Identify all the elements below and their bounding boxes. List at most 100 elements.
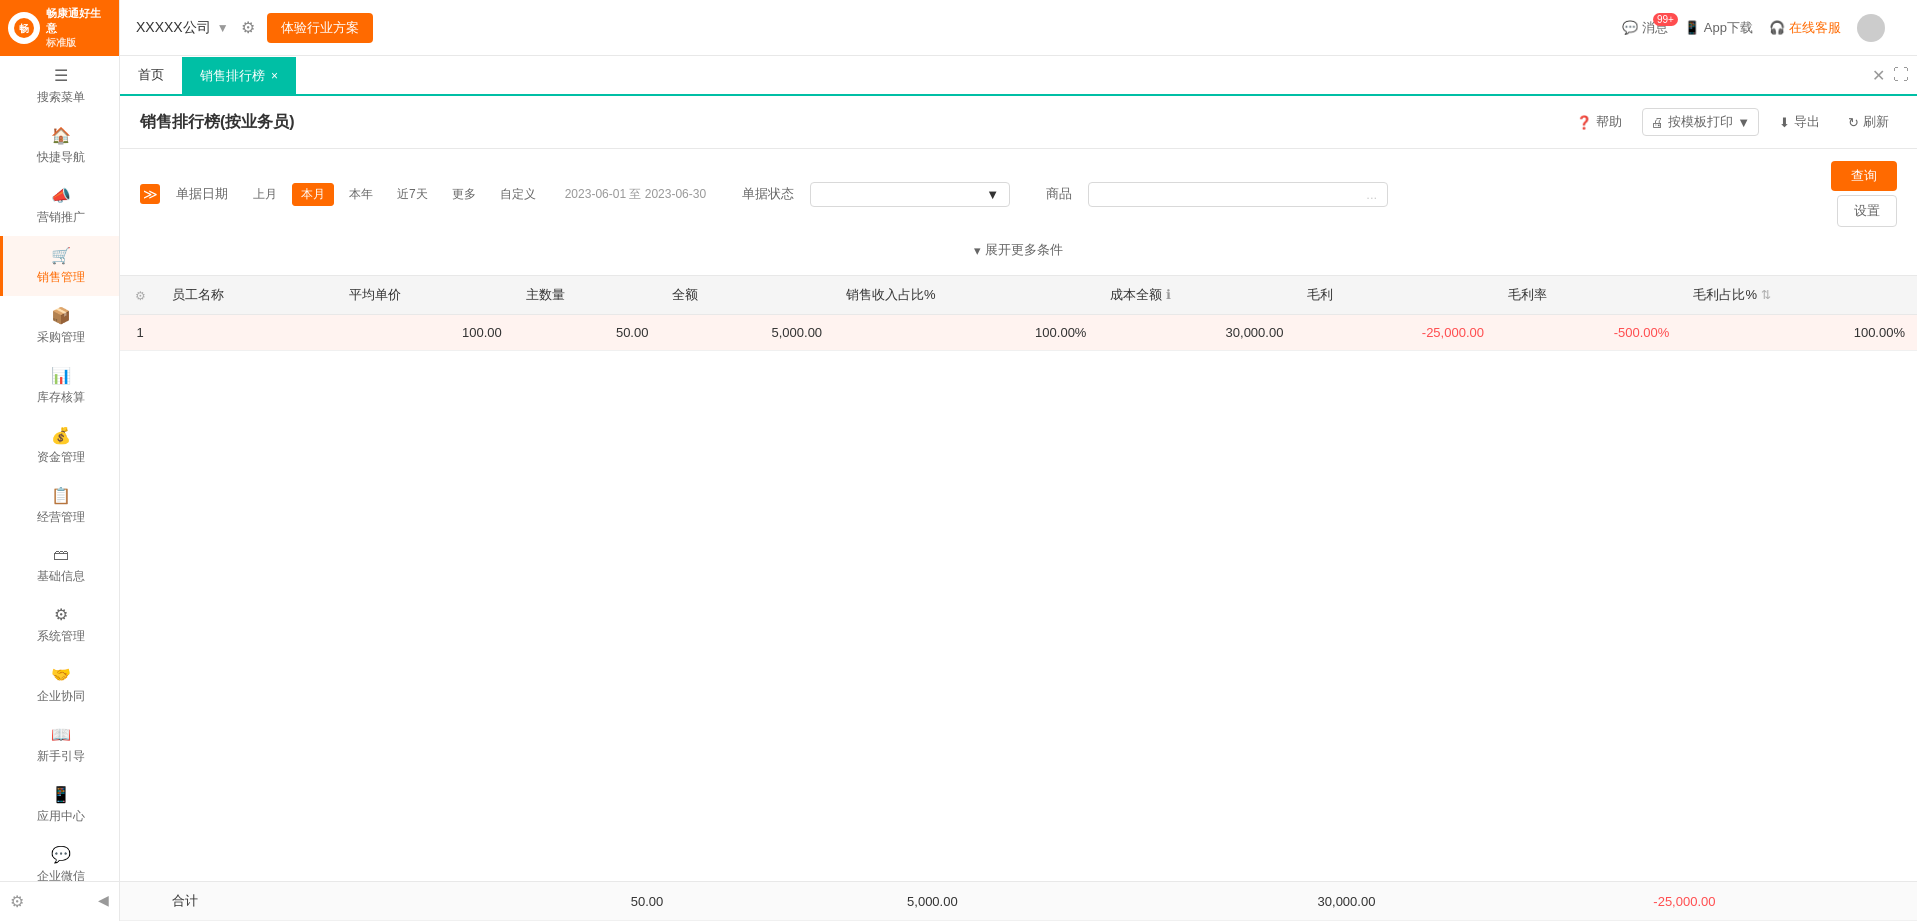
date-option-this-year[interactable]: 本年 <box>340 183 382 206</box>
column-settings-icon[interactable]: ⚙ <box>135 289 146 303</box>
sidebar-item-label: 企业微信 <box>37 868 85 881</box>
footer-sales-pct <box>970 882 1065 921</box>
cell-amount: 5,000.00 <box>660 315 834 351</box>
sidebar-item-wechat[interactable]: 💬 企业微信 <box>0 835 119 881</box>
sidebar-item-apps[interactable]: 📱 应用中心 <box>0 775 119 835</box>
sidebar-item-label: 库存核算 <box>37 389 85 406</box>
topbar-settings-icon[interactable]: ⚙ <box>241 18 255 37</box>
print-dropdown-icon: ▼ <box>1737 115 1750 130</box>
refresh-button[interactable]: ↻ 刷新 <box>1840 109 1897 135</box>
settings-button[interactable]: 设置 <box>1837 195 1897 227</box>
sidebar-item-finance[interactable]: 💰 资金管理 <box>0 416 119 476</box>
cell-name <box>160 315 337 351</box>
th-employee-name: 员工名称 <box>160 276 337 315</box>
status-label: 单据状态 <box>742 185 794 203</box>
app-logo: 畅 畅康通好生意 标准版 <box>0 0 119 56</box>
date-option-7days[interactable]: 近7天 <box>388 183 437 206</box>
enterprise-icon: 🤝 <box>51 665 71 684</box>
online-service-button[interactable]: 🎧 在线客服 <box>1769 19 1841 37</box>
export-icon: ⬇ <box>1779 115 1790 130</box>
table-row: 1 100.00 50.00 5,000.00 100.00% 30,000.0… <box>120 315 1917 351</box>
tab-sales-ranking[interactable]: 销售排行榜 × <box>182 57 296 95</box>
sidebar-menu: ☰ 搜索菜单 🏠 快捷导航 📣 营销推广 🛒 销售管理 📦 采购管理 📊 库存核… <box>0 56 119 881</box>
sidebar-item-basics[interactable]: 🗃 基础信息 <box>0 536 119 595</box>
filter-expand-toggle[interactable]: ≫ <box>140 184 160 204</box>
tabbar: 首页 销售排行榜 × ✕ ⛶ <box>120 56 1917 96</box>
th-sales-pct: 销售收入占比% <box>834 276 1098 315</box>
sidebar-item-label: 应用中心 <box>37 808 85 825</box>
trial-button[interactable]: 体验行业方案 <box>267 13 373 43</box>
sidebar-item-inventory[interactable]: 📊 库存核算 <box>0 356 119 416</box>
sidebar-item-operations[interactable]: 📋 经营管理 <box>0 476 119 536</box>
service-label: 在线客服 <box>1789 19 1841 37</box>
company-name: XXXXX公司 <box>136 19 211 37</box>
sidebar-item-sales[interactable]: 🛒 销售管理 <box>0 236 119 296</box>
sidebar-item-nav[interactable]: 🏠 快捷导航 <box>0 116 119 176</box>
guide-icon: 📖 <box>51 725 71 744</box>
window-controls: ✕ ⛶ <box>1872 66 1917 85</box>
sidebar-item-label: 资金管理 <box>37 449 85 466</box>
app-download-button[interactable]: 📱 App下载 <box>1684 19 1753 37</box>
sidebar-item-label: 搜索菜单 <box>37 89 85 106</box>
query-button[interactable]: 查询 <box>1831 161 1897 191</box>
main-area: XXXXX公司 ▼ ⚙ 体验行业方案 💬 消息 99+ 📱 App下载 🎧 在线… <box>120 0 1917 921</box>
home-icon: 🏠 <box>51 126 71 145</box>
sidebar-item-enterprise[interactable]: 🤝 企业协同 <box>0 655 119 715</box>
print-button[interactable]: 🖨 按模板打印 ▼ <box>1642 108 1759 136</box>
cost-help-icon[interactable]: ℹ <box>1166 287 1171 302</box>
help-button[interactable]: ❓ 帮助 <box>1568 109 1630 135</box>
footer-gross-rate <box>1728 882 1823 921</box>
basics-icon: 🗃 <box>53 546 69 564</box>
window-close-button[interactable]: ✕ <box>1872 66 1885 85</box>
headset-icon: 🎧 <box>1769 20 1785 35</box>
sidebar-item-label: 采购管理 <box>37 329 85 346</box>
marketing-icon: 📣 <box>51 186 71 205</box>
user-avatar[interactable] <box>1857 14 1885 42</box>
date-option-last-month[interactable]: 上月 <box>244 183 286 206</box>
sidebar-item-search[interactable]: ☰ 搜索菜单 <box>0 56 119 116</box>
sidebar-item-label: 经营管理 <box>37 509 85 526</box>
status-select[interactable]: ▼ <box>810 182 1010 207</box>
footer-gross-pct <box>1822 882 1917 921</box>
page-actions: ❓ 帮助 🖨 按模板打印 ▼ ⬇ 导出 ↻ 刷新 <box>1568 108 1897 136</box>
window-restore-button[interactable]: ⛶ <box>1893 66 1909 85</box>
purchase-icon: 📦 <box>51 306 71 325</box>
footer-avg-price <box>357 882 452 921</box>
messages-button[interactable]: 💬 消息 99+ <box>1622 19 1668 37</box>
footer-empty <box>120 882 160 921</box>
goods-input-more: ... <box>1366 187 1377 202</box>
sidebar-collapse-icon[interactable]: ◀ <box>98 892 109 911</box>
apps-icon: 📱 <box>51 785 71 804</box>
company-dropdown-icon: ▼ <box>217 21 229 35</box>
sidebar-item-marketing[interactable]: 📣 营销推广 <box>0 176 119 236</box>
sidebar-item-guide[interactable]: 📖 新手引导 <box>0 715 119 775</box>
tab-close-button[interactable]: × <box>271 69 278 83</box>
company-selector[interactable]: XXXXX公司 ▼ <box>136 19 229 37</box>
logo-icon: 畅 <box>8 12 40 44</box>
operations-icon: 📋 <box>51 486 71 505</box>
sidebar-footer: ⚙ ◀ <box>0 881 119 921</box>
sidebar-item-purchase[interactable]: 📦 采购管理 <box>0 296 119 356</box>
gross-pct-sort-icon[interactable]: ⇅ <box>1761 288 1771 302</box>
th-amount: 全额 <box>660 276 834 315</box>
th-settings[interactable]: ⚙ <box>120 276 160 315</box>
page-header: 销售排行榜(按业务员) ❓ 帮助 🖨 按模板打印 ▼ ⬇ 导出 <box>120 96 1917 149</box>
th-gross-pct: 毛利占比% ⇅ <box>1681 276 1917 315</box>
page-container: 销售排行榜(按业务员) ❓ 帮助 🖨 按模板打印 ▼ ⬇ 导出 <box>120 96 1917 921</box>
date-option-more[interactable]: 更多 <box>443 183 485 206</box>
tab-home[interactable]: 首页 <box>120 56 182 96</box>
export-button[interactable]: ⬇ 导出 <box>1771 109 1828 135</box>
sidebar-item-system[interactable]: ⚙ 系统管理 <box>0 595 119 655</box>
footer-row: 合计 50.00 5,000.00 30,000.00 -25,000.00 <box>120 882 1917 921</box>
footer-qty: 50.00 <box>452 882 675 921</box>
message-badge: 99+ <box>1653 13 1678 26</box>
refresh-icon: ↻ <box>1848 115 1859 130</box>
sidebar-settings-icon[interactable]: ⚙ <box>10 892 24 911</box>
date-option-this-month-active[interactable]: 本月 <box>292 183 334 206</box>
date-option-custom[interactable]: 自定义 <box>491 183 545 206</box>
tab-label: 销售排行榜 <box>200 67 265 85</box>
goods-input[interactable]: ... <box>1088 182 1388 207</box>
filter-row-1: ≫ 单据日期 上月 本月 本月 本年 近7天 更多 自定义 2023-06-01… <box>140 161 1897 227</box>
message-icon: 💬 <box>1622 20 1638 35</box>
expand-conditions-button[interactable]: ▾ 展开更多条件 <box>974 241 1063 259</box>
